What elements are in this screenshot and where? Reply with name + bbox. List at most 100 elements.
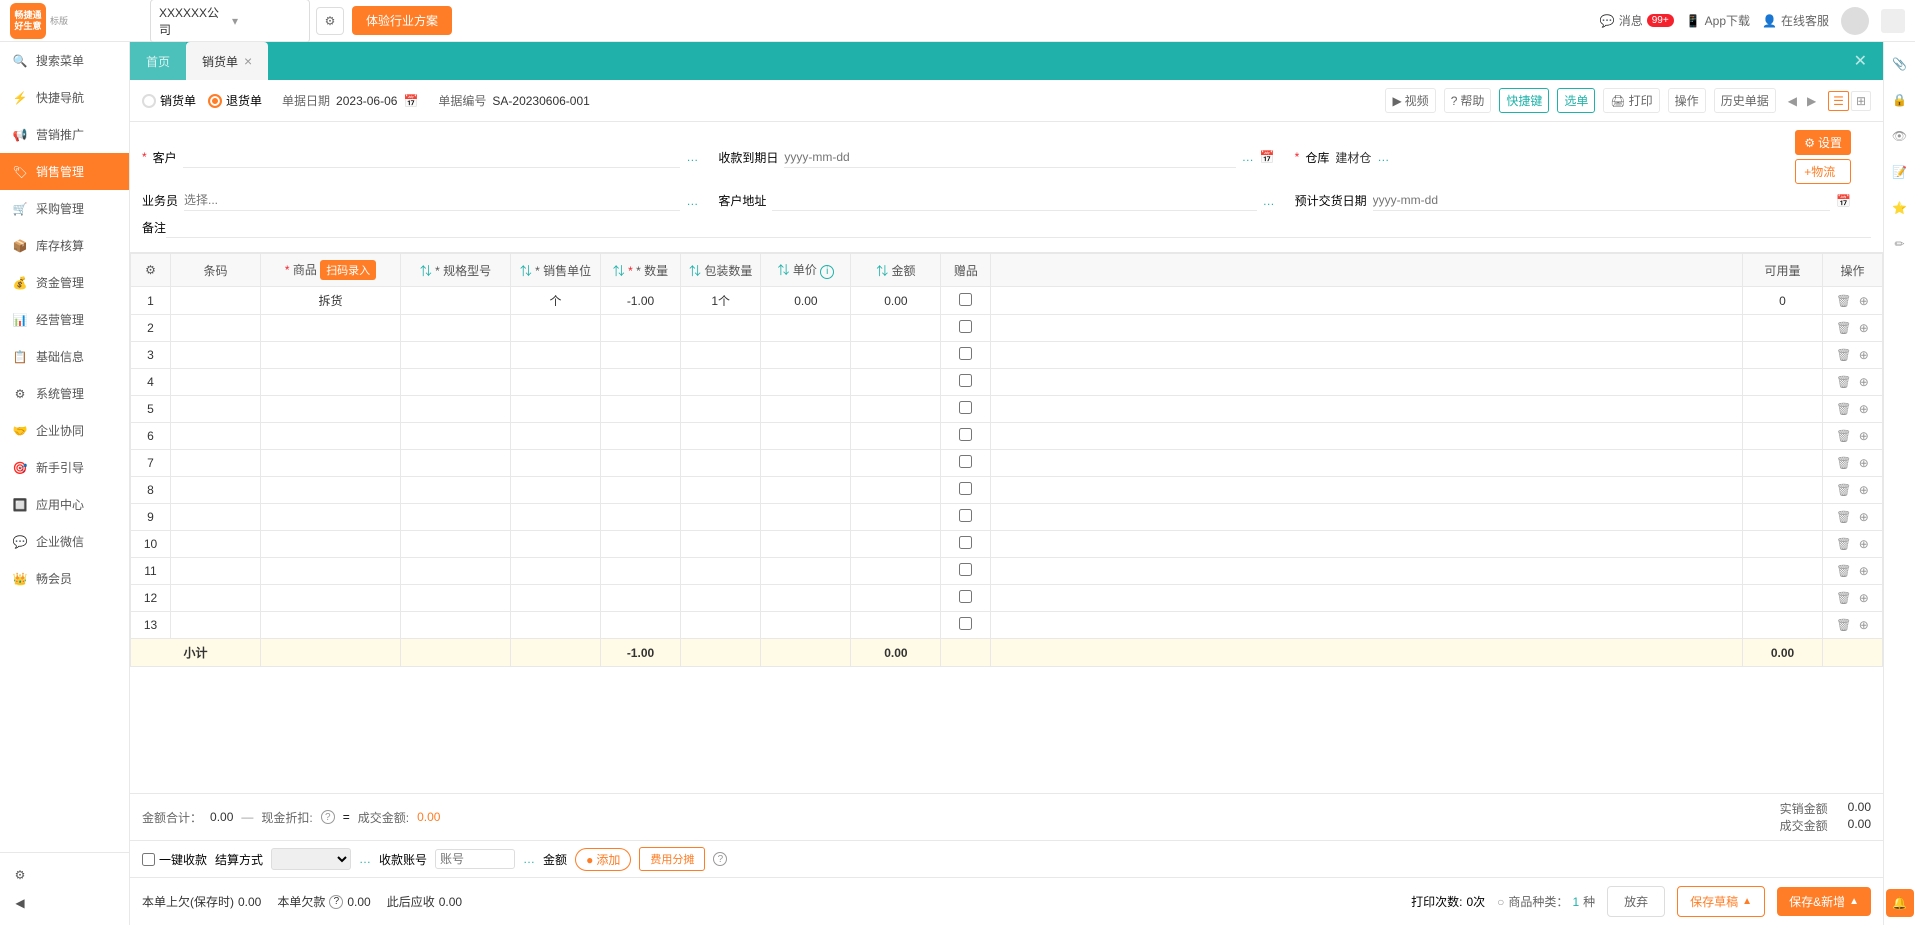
radio-return-order[interactable]: 退货单 <box>208 92 262 109</box>
arrears-help-icon[interactable]: ? <box>329 895 343 909</box>
col-setting-header[interactable]: ⚙ <box>131 254 171 287</box>
row-gift-5[interactable] <box>941 396 991 423</box>
eye-icon[interactable]: 👁 <box>1886 122 1914 150</box>
row-price-13[interactable] <box>761 612 851 639</box>
row-copy-icon-11[interactable]: ⊕ <box>1859 564 1869 578</box>
one-click-checkbox[interactable] <box>142 853 155 866</box>
settings-icon[interactable]: ⚙ <box>316 7 344 35</box>
account-picker-icon[interactable]: … <box>523 852 535 866</box>
sort-icon-unit[interactable]: ⇅ <box>520 264 532 278</box>
row-remark-12[interactable] <box>991 585 1743 612</box>
row-gift-1[interactable] <box>941 287 991 315</box>
row-gift-7[interactable] <box>941 450 991 477</box>
row-price-3[interactable] <box>761 342 851 369</box>
expected-date-calendar-icon[interactable]: 📅 <box>1836 194 1851 208</box>
row-unit-9[interactable] <box>511 504 601 531</box>
close-window-icon[interactable]: ✕ <box>1854 53 1867 70</box>
row-remark-13[interactable] <box>991 612 1743 639</box>
row-gift-9[interactable] <box>941 504 991 531</box>
row-barcode-12[interactable] <box>171 585 261 612</box>
row-price-5[interactable] <box>761 396 851 423</box>
row-delete-icon-9[interactable]: 🗑 <box>1836 510 1851 524</box>
row-spec-11[interactable] <box>401 558 511 585</box>
row-qty-11[interactable] <box>601 558 681 585</box>
row-delete-icon-11[interactable]: 🗑 <box>1836 564 1851 578</box>
sort-icon-price[interactable]: ⇅ <box>778 263 790 277</box>
add-payment-button[interactable]: ● 添加 <box>575 848 631 871</box>
edit-icon[interactable]: ✏ <box>1886 230 1914 258</box>
row-product-10[interactable] <box>261 531 401 558</box>
row-price-2[interactable] <box>761 315 851 342</box>
row-pkgqty-7[interactable] <box>681 450 761 477</box>
receipt-date-picker-icon[interactable]: … <box>1242 150 1254 164</box>
account-input[interactable] <box>435 849 515 869</box>
row-spec-2[interactable] <box>401 315 511 342</box>
row-pkgqty-9[interactable] <box>681 504 761 531</box>
row-product-5[interactable] <box>261 396 401 423</box>
row-copy-icon-10[interactable]: ⊕ <box>1859 537 1869 551</box>
row-spec-5[interactable] <box>401 396 511 423</box>
remark-input[interactable] <box>166 217 1871 238</box>
row-price-12[interactable] <box>761 585 851 612</box>
row-gift-6[interactable] <box>941 423 991 450</box>
product-kind-info[interactable]: ○ 商品种类： 1 种 <box>1497 893 1595 910</box>
customer-address-input[interactable] <box>772 190 1256 211</box>
row-unit-5[interactable] <box>511 396 601 423</box>
row-spec-4[interactable] <box>401 369 511 396</box>
row-copy-icon-1[interactable]: ⊕ <box>1859 294 1869 308</box>
row-gift-3[interactable] <box>941 342 991 369</box>
row-qty-12[interactable] <box>601 585 681 612</box>
messages-button[interactable]: 💬 消息 99+ <box>1600 12 1674 29</box>
row-copy-icon-5[interactable]: ⊕ <box>1859 402 1869 416</box>
row-pkgqty-6[interactable] <box>681 423 761 450</box>
row-delete-icon-8[interactable]: 🗑 <box>1836 483 1851 497</box>
row-delete-icon-13[interactable]: 🗑 <box>1836 618 1851 632</box>
sidebar-item-guide[interactable]: 🎯 新手引导 <box>0 449 129 486</box>
sidebar-item-marketing[interactable]: 📢 营销推广 <box>0 116 129 153</box>
receipt-calendar-icon[interactable]: 📅 <box>1260 150 1275 164</box>
row-unit-6[interactable] <box>511 423 601 450</box>
row-copy-icon-13[interactable]: ⊕ <box>1859 618 1869 632</box>
row-gift-8[interactable] <box>941 477 991 504</box>
attachment-icon[interactable]: 📎 <box>1886 50 1914 78</box>
customer-input[interactable] <box>183 147 681 168</box>
sidebar-item-quick-nav[interactable]: ⚡ 快捷导航 <box>0 79 129 116</box>
row-remark-8[interactable] <box>991 477 1743 504</box>
row-unit-11[interactable] <box>511 558 601 585</box>
row-remark-4[interactable] <box>991 369 1743 396</box>
row-price-1[interactable]: 0.00 <box>761 287 851 315</box>
row-barcode-10[interactable] <box>171 531 261 558</box>
row-amount-9[interactable] <box>851 504 941 531</box>
receipt-date-input[interactable] <box>784 147 1235 168</box>
row-unit-2[interactable] <box>511 315 601 342</box>
row-delete-icon-7[interactable]: 🗑 <box>1836 456 1851 470</box>
sidebar-item-wechat[interactable]: 💬 企业微信 <box>0 523 129 560</box>
sidebar-item-management[interactable]: 📊 经营管理 <box>0 301 129 338</box>
row-remark-9[interactable] <box>991 504 1743 531</box>
row-qty-7[interactable] <box>601 450 681 477</box>
settings-button[interactable]: ⚙ 设置 <box>1795 130 1851 155</box>
row-barcode-5[interactable] <box>171 396 261 423</box>
row-spec-8[interactable] <box>401 477 511 504</box>
row-product-6[interactable] <box>261 423 401 450</box>
row-product-4[interactable] <box>261 369 401 396</box>
save-draft-button[interactable]: 保存草稿 ▲ <box>1677 886 1765 917</box>
video-button[interactable]: ▶ 视频 <box>1385 88 1435 113</box>
sort-icon-qty[interactable]: ⇅ <box>613 264 625 278</box>
row-amount-3[interactable] <box>851 342 941 369</box>
row-amount-1[interactable]: 0.00 <box>851 287 941 315</box>
row-pkgqty-5[interactable] <box>681 396 761 423</box>
row-unit-8[interactable] <box>511 477 601 504</box>
grid-view-icon[interactable]: ⊞ <box>1851 91 1871 111</box>
sidebar-item-finance[interactable]: 💰 资金管理 <box>0 264 129 301</box>
row-product-7[interactable] <box>261 450 401 477</box>
row-product-9[interactable] <box>261 504 401 531</box>
row-price-6[interactable] <box>761 423 851 450</box>
row-copy-icon-3[interactable]: ⊕ <box>1859 348 1869 362</box>
row-remark-2[interactable] <box>991 315 1743 342</box>
company-selector[interactable]: XXXXXX公司 ▾ <box>150 0 310 43</box>
row-gift-12[interactable] <box>941 585 991 612</box>
row-product-11[interactable] <box>261 558 401 585</box>
one-click-payment-checkbox[interactable]: 一键收款 <box>142 851 207 868</box>
row-spec-7[interactable] <box>401 450 511 477</box>
